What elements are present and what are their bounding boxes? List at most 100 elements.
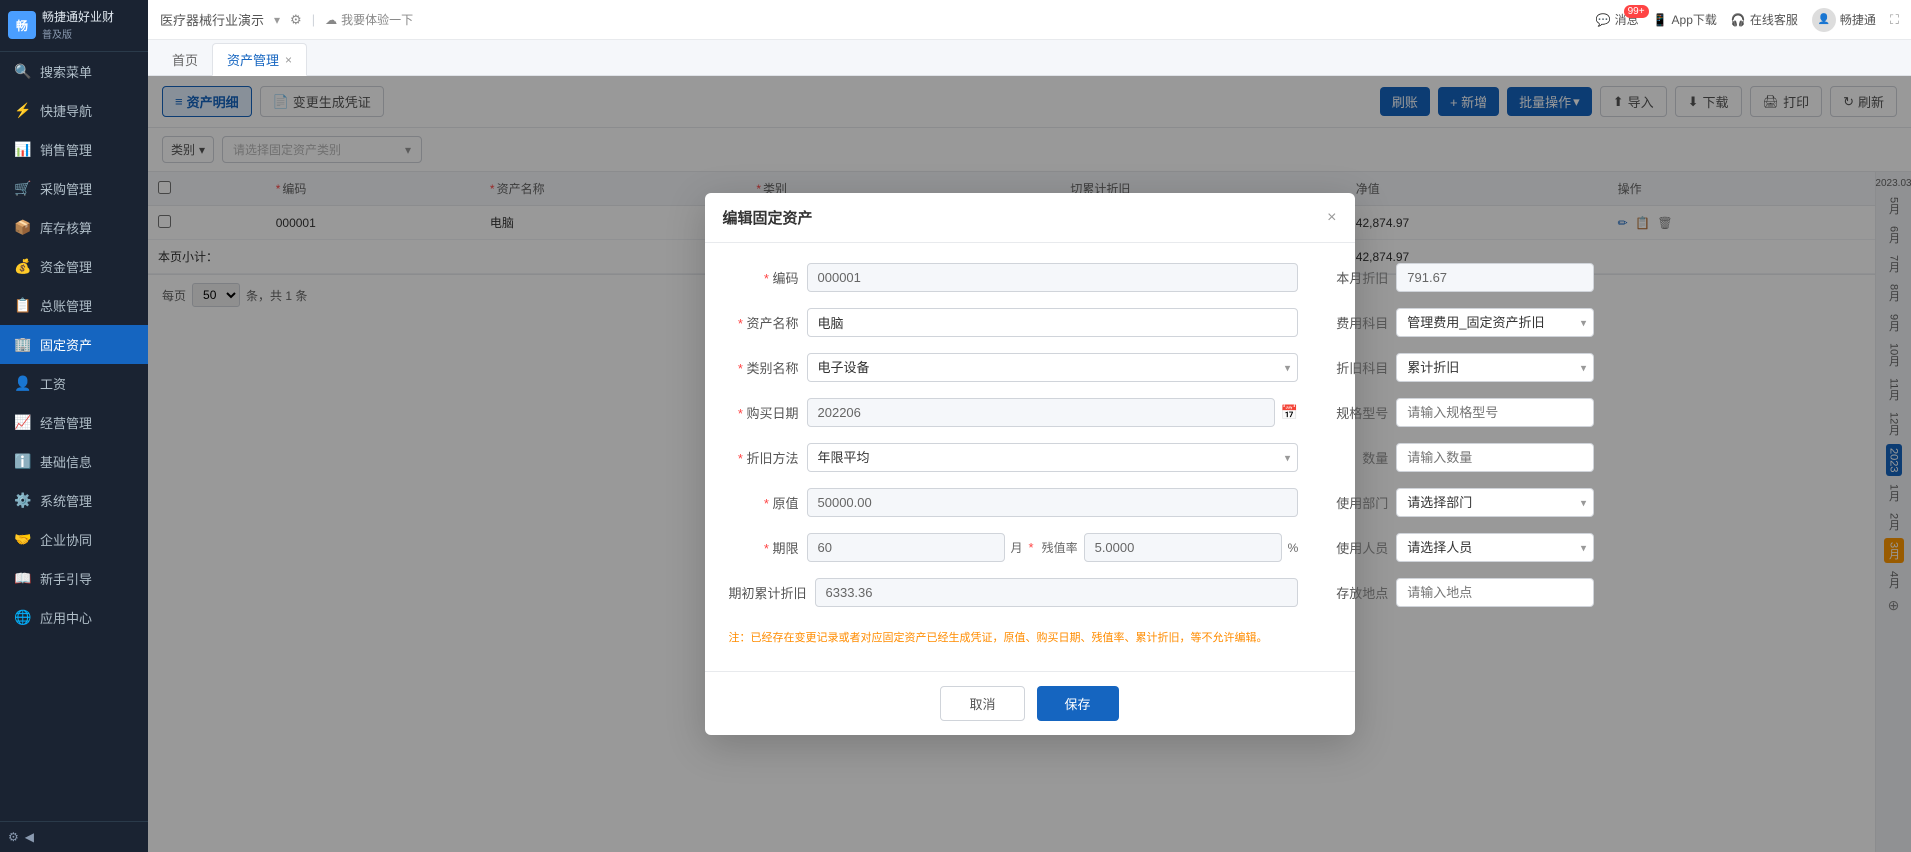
form-grid: 编码 本月折旧 资产名称: [729, 263, 1331, 651]
sidebar-header: 畅 畅捷通好业财 普及版: [0, 0, 148, 52]
modal-body: 编码 本月折旧 资产名称: [705, 243, 1355, 671]
original-value-input[interactable]: [807, 488, 1299, 517]
modal-header: 编辑固定资产 ×: [705, 193, 1355, 243]
use-dept-field: 使用部门 请选择部门 ▾: [1318, 488, 1594, 517]
sidebar-item-search[interactable]: 🔍 搜索菜单: [0, 52, 148, 91]
code-input[interactable]: [807, 263, 1299, 292]
app-edition: 普及版: [42, 26, 114, 41]
purchase-date-row: 📅: [807, 398, 1299, 427]
purchase-icon: 🛒: [14, 179, 32, 197]
sidebar-item-payroll[interactable]: 👤 工资: [0, 364, 148, 403]
headset-icon: 🎧: [1731, 13, 1746, 27]
spec-model-input[interactable]: [1396, 398, 1594, 427]
modal-title: 编辑固定资产: [723, 207, 813, 228]
tab-close-btn[interactable]: ×: [285, 53, 292, 67]
settings-footer-btn[interactable]: ⚙: [8, 830, 19, 844]
use-dept-wrap: 请选择部门 ▾: [1396, 488, 1594, 517]
original-value-label: 原值: [729, 493, 799, 512]
sidebar-item-label: 固定资产: [40, 335, 92, 354]
quantity-field: 数量: [1318, 443, 1594, 472]
sidebar-item-fixed-assets[interactable]: 🏢 固定资产: [0, 325, 148, 364]
dep-subject-select[interactable]: 累计折旧: [1396, 353, 1594, 382]
tab-asset-management[interactable]: 资产管理 ×: [212, 43, 307, 76]
sidebar-item-inventory[interactable]: 📦 库存核算: [0, 208, 148, 247]
original-value-field: 原值: [729, 488, 1299, 517]
storage-label: 存放地点: [1318, 583, 1388, 602]
initial-dep-field: 期初累计折旧: [729, 578, 1299, 607]
cloud-icon: ☁: [325, 13, 337, 27]
asset-name-field: 资产名称: [729, 308, 1299, 337]
purchase-date-input[interactable]: [807, 398, 1275, 427]
monthly-dep-input: [1396, 263, 1594, 292]
use-dept-select[interactable]: 请选择部门: [1396, 488, 1594, 517]
cancel-button[interactable]: 取消: [940, 686, 1024, 721]
sidebar-item-ledger[interactable]: 📋 总账管理: [0, 286, 148, 325]
residual-rate-input[interactable]: [1084, 533, 1282, 562]
sidebar-item-collab[interactable]: 🤝 企业协同: [0, 520, 148, 559]
sidebar-item-label: 工资: [40, 374, 66, 393]
sidebar-item-purchase[interactable]: 🛒 采购管理: [0, 169, 148, 208]
calendar-icon[interactable]: 📅: [1281, 404, 1298, 421]
chevron-down-icon[interactable]: ▾: [274, 13, 280, 27]
dep-method-select[interactable]: 年限平均: [807, 443, 1299, 472]
user-profile-btn[interactable]: 👤 畅捷通: [1812, 8, 1876, 32]
download-icon: 📱: [1653, 13, 1668, 27]
divider: |: [312, 12, 315, 27]
dep-method-label: 折旧方法: [729, 448, 799, 467]
inventory-icon: 📦: [14, 218, 32, 236]
monthly-depreciation-field: 本月折旧: [1318, 263, 1594, 292]
sidebar-item-finance[interactable]: 💰 资金管理: [0, 247, 148, 286]
spec-model-field: 规格型号: [1318, 398, 1594, 427]
search-nav-icon: 🔍: [14, 62, 32, 80]
quantity-label: 数量: [1318, 448, 1388, 467]
online-service-btn[interactable]: 🎧 在线客服: [1731, 11, 1798, 28]
message-btn[interactable]: 💬 消息 99+: [1596, 11, 1639, 28]
residual-unit: %: [1288, 541, 1299, 555]
gear-icon[interactable]: ⚙: [290, 12, 302, 28]
apps-icon: 🌐: [14, 608, 32, 626]
sidebar-item-operations[interactable]: 📈 经营管理: [0, 403, 148, 442]
tabbar: 首页 资产管理 ×: [148, 40, 1911, 76]
sidebar-item-quick[interactable]: ⚡ 快捷导航: [0, 91, 148, 130]
sidebar-item-system[interactable]: ⚙️ 系统管理: [0, 481, 148, 520]
app-download-btn[interactable]: 📱 App下载: [1653, 11, 1717, 28]
sidebar-item-label: 销售管理: [40, 140, 92, 159]
initial-dep-input: [815, 578, 1299, 607]
modal-footer: 取消 保存: [705, 671, 1355, 735]
sidebar-item-guide[interactable]: 📖 新手引导: [0, 559, 148, 598]
category-select[interactable]: 电子设备: [807, 353, 1299, 382]
sidebar-item-apps[interactable]: 🌐 应用中心: [0, 598, 148, 637]
sidebar-item-label: 库存核算: [40, 218, 92, 237]
quantity-input[interactable]: [1396, 443, 1594, 472]
sidebar-item-basics[interactable]: ℹ️ 基础信息: [0, 442, 148, 481]
tab-home[interactable]: 首页: [158, 44, 212, 75]
modal-close-btn[interactable]: ×: [1327, 209, 1336, 227]
logo-icon: 畅: [8, 11, 36, 39]
expand-icon[interactable]: ⛶: [1890, 12, 1899, 28]
message-icon: 💬: [1596, 13, 1611, 27]
collapse-sidebar-btn[interactable]: ◀: [25, 830, 34, 844]
period-input[interactable]: [807, 533, 1005, 562]
experience-btn[interactable]: ☁ 我要体验一下: [325, 11, 413, 28]
use-person-select[interactable]: 请选择人员: [1396, 533, 1594, 562]
fixed-assets-icon: 🏢: [14, 335, 32, 353]
sidebar: 畅 畅捷通好业财 普及版 🔍 搜索菜单 ⚡ 快捷导航 📊 销售管理 🛒: [0, 0, 148, 852]
topbar: 医疗器械行业演示 ▾ ⚙ | ☁ 我要体验一下 💬 消息 99+ 📱 App下载: [148, 0, 1911, 40]
expense-subject-field: 费用科目 管理费用_固定资产折旧 ▾: [1318, 308, 1594, 337]
monthly-dep-label: 本月折旧: [1318, 268, 1388, 287]
edit-asset-modal: 编辑固定资产 × 编码: [705, 193, 1355, 735]
quick-nav-icon: ⚡: [14, 101, 32, 119]
spec-model-label: 规格型号: [1318, 403, 1388, 422]
sidebar-item-label: 总账管理: [40, 296, 92, 315]
expense-subject-select[interactable]: 管理费用_固定资产折旧: [1396, 308, 1594, 337]
sidebar-item-label: 采购管理: [40, 179, 92, 198]
sidebar-item-sales[interactable]: 📊 销售管理: [0, 130, 148, 169]
save-button[interactable]: 保存: [1037, 686, 1119, 721]
sidebar-nav: 🔍 搜索菜单 ⚡ 快捷导航 📊 销售管理 🛒 采购管理 📦 库存核算 💰: [0, 52, 148, 821]
asset-name-input[interactable]: [807, 308, 1299, 337]
residual-rate-label: 残值率: [1042, 539, 1078, 556]
sidebar-item-label: 快捷导航: [40, 101, 92, 120]
storage-input[interactable]: [1396, 578, 1594, 607]
message-badge: 99+: [1624, 5, 1649, 18]
residual-required: *: [1029, 540, 1034, 555]
